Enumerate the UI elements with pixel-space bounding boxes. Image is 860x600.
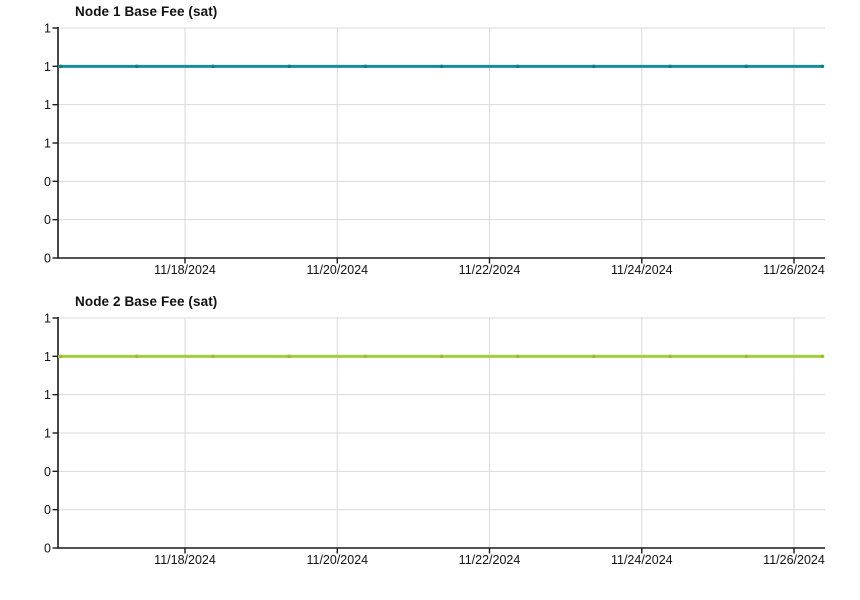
series-point-marker: [364, 355, 367, 358]
series-point-marker: [745, 65, 748, 68]
series-point-marker: [668, 65, 671, 68]
x-tick-label: 11/20/2024: [306, 553, 368, 567]
series-point-marker: [440, 65, 443, 68]
series-point-marker: [592, 65, 595, 68]
y-tick-label: 0: [44, 175, 51, 189]
series-point-marker: [59, 65, 62, 68]
chart-node2-base-fee: Node 2 Base Fee (sat) 111100011/18/20241…: [0, 290, 860, 580]
series-point-marker: [516, 65, 519, 68]
series-point-marker: [516, 355, 519, 358]
y-tick-label: 0: [44, 542, 51, 556]
y-tick-label: 1: [44, 427, 51, 441]
series-point-marker: [440, 355, 443, 358]
series-point-marker: [745, 355, 748, 358]
x-tick-label: 11/22/2024: [459, 553, 521, 567]
series-point-marker: [211, 355, 214, 358]
series-point-marker: [821, 355, 824, 358]
y-tick-label: 1: [44, 388, 51, 402]
y-tick-label: 1: [44, 98, 51, 112]
y-tick-label: 1: [44, 60, 51, 74]
y-tick-label: 0: [44, 213, 51, 227]
chart-node1-base-fee: Node 1 Base Fee (sat) 111100011/18/20241…: [0, 0, 860, 290]
chart-plot-node2: 1 1 1 1 0 0 0 11/18/2024 11/20/2024 11/22/2024 11/…: [0, 290, 860, 580]
series-point-marker: [364, 65, 367, 68]
x-tick-label: 11/26/2024: [763, 263, 825, 277]
x-tick-label: 11/24/2024: [611, 553, 673, 567]
y-tick-label: 0: [44, 503, 51, 517]
y-tick-label: 1: [44, 137, 51, 151]
x-tick-label: 11/18/2024: [154, 263, 216, 277]
x-tick-label: 11/24/2024: [611, 263, 673, 277]
x-tick-label: 11/18/2024: [154, 553, 216, 567]
series-point-marker: [59, 355, 62, 358]
series-point-marker: [288, 65, 291, 68]
series-point-marker: [668, 355, 671, 358]
series-point-marker: [821, 65, 824, 68]
series-point-marker: [592, 355, 595, 358]
series-point-marker: [288, 355, 291, 358]
y-tick-label: 1: [44, 312, 51, 326]
y-tick-label: 0: [44, 465, 51, 479]
x-tick-label: 11/20/2024: [306, 263, 368, 277]
series-point-marker: [135, 65, 138, 68]
y-tick-label: 0: [44, 252, 51, 266]
y-tick-label: 1: [44, 22, 51, 36]
charts-page: Node 1 Base Fee (sat) 111100011/18/20241…: [0, 0, 860, 600]
x-tick-label: 11/26/2024: [763, 553, 825, 567]
series-point-marker: [135, 355, 138, 358]
series-point-marker: [211, 65, 214, 68]
x-tick-label: 11/22/2024: [459, 263, 521, 277]
y-tick-label: 1: [44, 350, 51, 364]
chart-plot-node1: 1 1 1 1 0 0 0 11/18/2024 11/20/2024 11/22/2024 11/…: [0, 0, 860, 290]
